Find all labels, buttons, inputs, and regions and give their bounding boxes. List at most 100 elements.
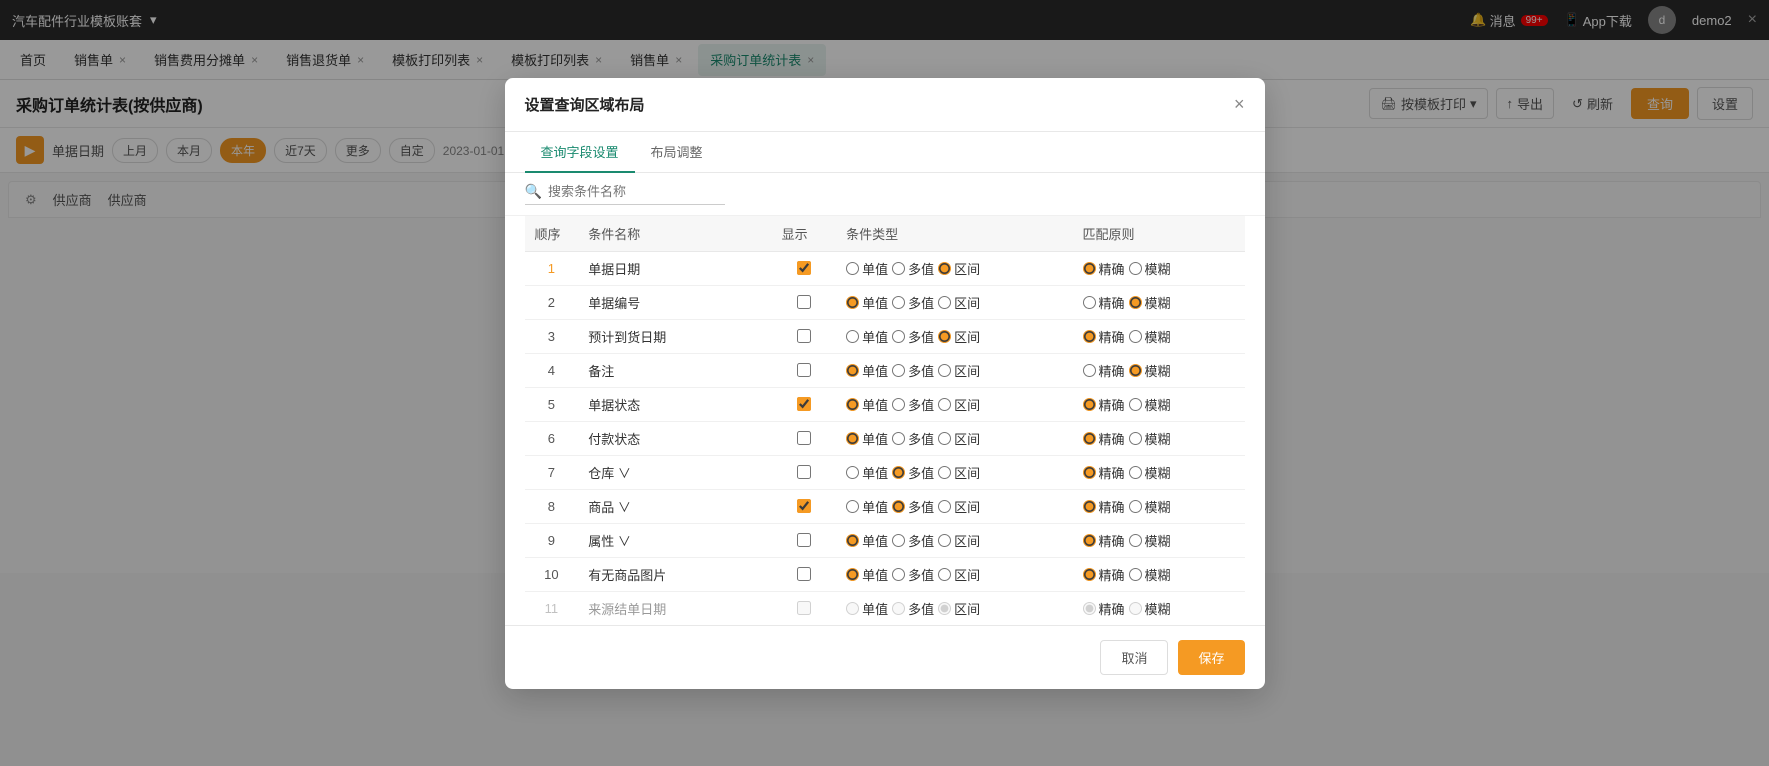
checkbox-row-5[interactable] bbox=[797, 397, 811, 411]
radio-type-区间-row-4[interactable] bbox=[938, 364, 951, 377]
th-order: 顺序 bbox=[525, 216, 579, 252]
radio-type-单值-row-5[interactable] bbox=[846, 398, 859, 411]
table-row: 2单据编号单值多值区间精确模糊 bbox=[525, 285, 1245, 319]
radio-match-精确-row-6[interactable] bbox=[1083, 432, 1096, 445]
cell-display bbox=[772, 523, 836, 557]
radio-type-单值-row-7[interactable] bbox=[846, 466, 859, 479]
cell-order: 2 bbox=[525, 285, 579, 319]
radio-match-模糊-row-1[interactable] bbox=[1129, 262, 1142, 275]
radio-match-模糊-row-8[interactable] bbox=[1129, 500, 1142, 513]
radio-match-精确-row-5[interactable] bbox=[1083, 398, 1096, 411]
checkbox-row-6[interactable] bbox=[797, 431, 811, 445]
cell-order: 8 bbox=[525, 489, 579, 523]
radio-type-多值-row-11[interactable] bbox=[892, 602, 905, 615]
radio-match-模糊-row-7[interactable] bbox=[1129, 466, 1142, 479]
modal-tab-query-fields[interactable]: 查询字段设置 bbox=[525, 132, 635, 173]
checkbox-row-9[interactable] bbox=[797, 533, 811, 547]
radio-type-单值-row-4[interactable] bbox=[846, 364, 859, 377]
radio-match-模糊-row-10[interactable] bbox=[1129, 568, 1142, 581]
table-row: 3预计到货日期单值多值区间精确模糊 bbox=[525, 319, 1245, 353]
radio-type-多值-row-3[interactable] bbox=[892, 330, 905, 343]
cell-type: 单值多值区间 bbox=[836, 591, 1072, 625]
radio-type-单值-row-8[interactable] bbox=[846, 500, 859, 513]
cell-match: 精确模糊 bbox=[1073, 489, 1245, 523]
radio-type-单值-row-3[interactable] bbox=[846, 330, 859, 343]
th-display: 显示 bbox=[772, 216, 836, 252]
cell-order: 3 bbox=[525, 319, 579, 353]
checkbox-row-10[interactable] bbox=[797, 567, 811, 581]
cell-display bbox=[772, 387, 836, 421]
table-row: 7仓库 ∨单值多值区间精确模糊 bbox=[525, 455, 1245, 489]
radio-match-精确-row-8[interactable] bbox=[1083, 500, 1096, 513]
cell-match: 精确模糊 bbox=[1073, 591, 1245, 625]
radio-type-区间-row-9[interactable] bbox=[938, 534, 951, 547]
radio-type-单值-row-2[interactable] bbox=[846, 296, 859, 309]
checkbox-row-4[interactable] bbox=[797, 363, 811, 377]
radio-match-模糊-row-9[interactable] bbox=[1129, 534, 1142, 547]
modal-tab-layout[interactable]: 布局调整 bbox=[635, 132, 719, 173]
radio-type-多值-row-9[interactable] bbox=[892, 534, 905, 547]
table-row: 6付款状态单值多值区间精确模糊 bbox=[525, 421, 1245, 455]
radio-type-区间-row-11[interactable] bbox=[938, 602, 951, 615]
cell-type: 单值多值区间 bbox=[836, 319, 1072, 353]
radio-type-多值-row-8[interactable] bbox=[892, 500, 905, 513]
radio-match-精确-row-10[interactable] bbox=[1083, 568, 1096, 581]
cell-order: 7 bbox=[525, 455, 579, 489]
radio-type-单值-row-9[interactable] bbox=[846, 534, 859, 547]
radio-type-单值-row-1[interactable] bbox=[846, 262, 859, 275]
radio-type-区间-row-7[interactable] bbox=[938, 466, 951, 479]
checkbox-row-7[interactable] bbox=[797, 465, 811, 479]
checkbox-row-2[interactable] bbox=[797, 295, 811, 309]
radio-type-区间-row-5[interactable] bbox=[938, 398, 951, 411]
radio-type-多值-row-4[interactable] bbox=[892, 364, 905, 377]
radio-type-区间-row-10[interactable] bbox=[938, 568, 951, 581]
radio-type-区间-row-2[interactable] bbox=[938, 296, 951, 309]
radio-type-单值-row-11[interactable] bbox=[846, 602, 859, 615]
radio-match-模糊-row-6[interactable] bbox=[1129, 432, 1142, 445]
radio-type-多值-row-1[interactable] bbox=[892, 262, 905, 275]
radio-match-精确-row-1[interactable] bbox=[1083, 262, 1096, 275]
cancel-button[interactable]: 取消 bbox=[1100, 640, 1168, 675]
radio-match-模糊-row-4[interactable] bbox=[1129, 364, 1142, 377]
radio-match-模糊-row-2[interactable] bbox=[1129, 296, 1142, 309]
radio-match-精确-row-4[interactable] bbox=[1083, 364, 1096, 377]
radio-match-精确-row-3[interactable] bbox=[1083, 330, 1096, 343]
table-header-row: 顺序 条件名称 显示 条件类型 匹配原则 bbox=[525, 216, 1245, 252]
cell-type: 单值多值区间 bbox=[836, 557, 1072, 591]
radio-match-精确-row-11[interactable] bbox=[1083, 602, 1096, 615]
radio-match-模糊-row-11[interactable] bbox=[1129, 602, 1142, 615]
checkbox-row-3[interactable] bbox=[797, 329, 811, 343]
th-match: 匹配原则 bbox=[1073, 216, 1245, 252]
radio-type-区间-row-1[interactable] bbox=[938, 262, 951, 275]
table-row: 11来源结单日期单值多值区间精确模糊 bbox=[525, 591, 1245, 625]
radio-type-单值-row-6[interactable] bbox=[846, 432, 859, 445]
radio-match-模糊-row-5[interactable] bbox=[1129, 398, 1142, 411]
search-input[interactable] bbox=[548, 184, 708, 199]
radio-type-单值-row-10[interactable] bbox=[846, 568, 859, 581]
checkbox-row-11[interactable] bbox=[797, 601, 811, 615]
save-button[interactable]: 保存 bbox=[1178, 640, 1244, 675]
radio-type-多值-row-6[interactable] bbox=[892, 432, 905, 445]
radio-type-多值-row-5[interactable] bbox=[892, 398, 905, 411]
radio-type-多值-row-10[interactable] bbox=[892, 568, 905, 581]
radio-type-区间-row-3[interactable] bbox=[938, 330, 951, 343]
radio-match-模糊-row-3[interactable] bbox=[1129, 330, 1142, 343]
checkbox-row-1[interactable] bbox=[797, 261, 811, 275]
radio-type-区间-row-8[interactable] bbox=[938, 500, 951, 513]
modal-close-button[interactable]: × bbox=[1234, 94, 1245, 115]
checkbox-row-8[interactable] bbox=[797, 499, 811, 513]
radio-type-区间-row-6[interactable] bbox=[938, 432, 951, 445]
radio-type-多值-row-2[interactable] bbox=[892, 296, 905, 309]
radio-match-精确-row-2[interactable] bbox=[1083, 296, 1096, 309]
cell-order: 9 bbox=[525, 523, 579, 557]
radio-match-精确-row-7[interactable] bbox=[1083, 466, 1096, 479]
radio-match-精确-row-9[interactable] bbox=[1083, 534, 1096, 547]
cell-order: 4 bbox=[525, 353, 579, 387]
modal-title: 设置查询区域布局 bbox=[525, 94, 645, 115]
modal-tabs: 查询字段设置 布局调整 bbox=[505, 132, 1265, 173]
cell-order: 10 bbox=[525, 557, 579, 591]
cell-display bbox=[772, 353, 836, 387]
cell-name: 来源结单日期 bbox=[578, 591, 771, 625]
cell-match: 精确模糊 bbox=[1073, 523, 1245, 557]
radio-type-多值-row-7[interactable] bbox=[892, 466, 905, 479]
